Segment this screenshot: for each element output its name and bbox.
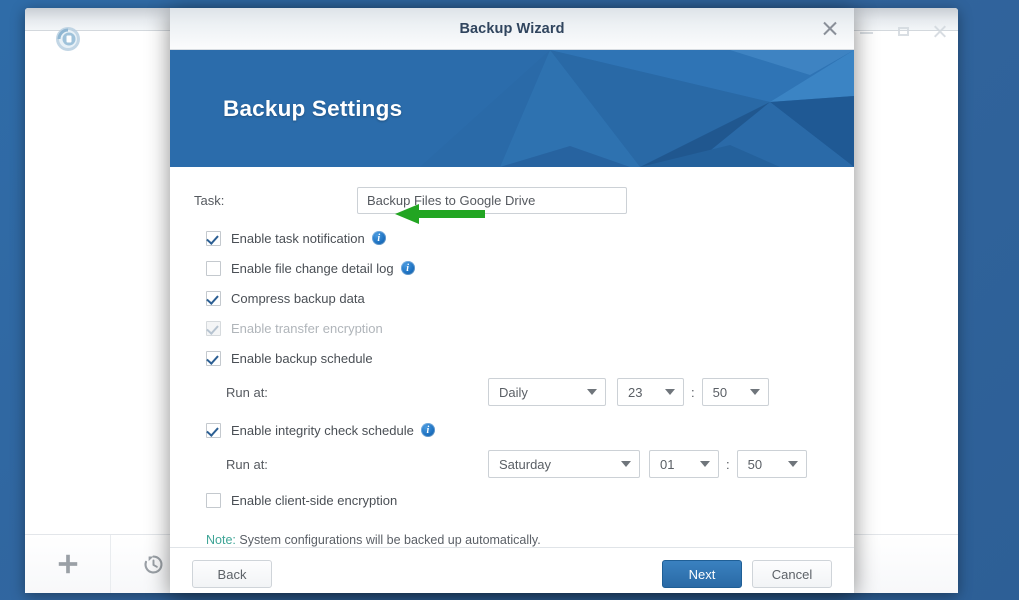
option-row-enable-transfer-encryption: Enable transfer encryption (194, 313, 830, 343)
note-text: Note: System configurations will be back… (194, 533, 830, 547)
checkbox-enable-integrity-check-schedule[interactable] (206, 422, 221, 438)
option-row-enable-backup-schedule[interactable]: Enable backup schedule (194, 343, 830, 373)
chevron-down-icon (621, 461, 631, 467)
integrity-schedule-run-at-row: Run at: Saturday 01 : 50 (194, 445, 830, 483)
option-row-compress-backup-data[interactable]: Compress backup data (194, 283, 830, 313)
option-row-enable-file-change-detail-log[interactable]: Enable file change detail log i (194, 253, 830, 283)
desktop-background: Backup Wizard Backup Settings Task: Back… (0, 0, 1019, 600)
maximize-icon[interactable] (896, 24, 911, 39)
close-icon[interactable] (933, 24, 948, 39)
checkbox-enable-task-notification[interactable] (206, 230, 221, 246)
dialog-body: Task: Enable task notification i Enable … (170, 167, 854, 547)
checkbox-enable-file-change-detail-log[interactable] (206, 260, 221, 276)
info-icon-task-notification[interactable]: i (371, 231, 386, 245)
info-icon-integrity-check-schedule[interactable]: i (420, 423, 435, 437)
integrity-day-value: Saturday (499, 456, 552, 472)
hyper-backup-app-icon[interactable] (55, 26, 81, 52)
checkbox-enable-backup-schedule[interactable] (206, 350, 221, 366)
backup-hour-value: 23 (628, 384, 643, 400)
back-button[interactable]: Back (192, 560, 272, 588)
backup-settings-form: Task: Enable task notification i Enable … (170, 167, 854, 547)
backup-minute-value: 50 (712, 384, 728, 400)
chevron-down-icon (587, 389, 597, 395)
integrity-hour-value: 01 (660, 456, 675, 472)
integrity-hour-select[interactable]: 01 (649, 450, 719, 478)
chevron-down-icon (700, 461, 710, 467)
backup-frequency-select[interactable]: Daily (488, 378, 606, 406)
minimize-icon[interactable] (859, 24, 874, 39)
add-button[interactable] (25, 535, 111, 593)
note-body: System configurations will be backed up … (239, 533, 541, 547)
task-label: Task: (194, 192, 225, 208)
option-row-enable-client-side-encryption[interactable]: Enable client-side encryption (194, 485, 830, 515)
checkbox-enable-client-side-encryption[interactable] (206, 492, 221, 508)
label-compress-backup-data: Compress backup data (231, 290, 365, 306)
backup-frequency-value: Daily (499, 384, 528, 400)
label-enable-backup-schedule: Enable backup schedule (231, 350, 373, 366)
checkbox-enable-transfer-encryption (206, 320, 221, 336)
chevron-down-icon (665, 389, 675, 395)
note-keyword: Note: (206, 533, 236, 547)
checkbox-compress-backup-data[interactable] (206, 290, 221, 306)
backup-time-separator: : (691, 384, 695, 400)
task-name-input[interactable] (357, 186, 627, 214)
chevron-down-icon (749, 389, 760, 395)
integrity-minute-select[interactable]: 50 (736, 450, 807, 478)
backup-schedule-run-at-label: Run at: (226, 384, 268, 400)
chevron-down-icon (787, 461, 798, 467)
banner-heading: Backup Settings (223, 96, 403, 121)
next-button[interactable]: Next (662, 560, 742, 588)
dialog-titlebar: Backup Wizard (170, 8, 854, 50)
integrity-day-select[interactable]: Saturday (488, 450, 640, 478)
dialog-close-icon[interactable] (821, 20, 838, 37)
backup-minute-select[interactable]: 50 (701, 378, 769, 406)
option-row-enable-task-notification[interactable]: Enable task notification i (194, 223, 830, 253)
backup-wizard-dialog: Backup Wizard Backup Settings Task: Back… (170, 8, 854, 593)
label-enable-file-change-detail-log: Enable file change detail log (231, 260, 394, 276)
label-enable-client-side-encryption: Enable client-side encryption (231, 492, 398, 508)
dialog-title: Backup Wizard (459, 20, 565, 37)
integrity-schedule-run-at-label: Run at: (226, 456, 268, 472)
label-enable-transfer-encryption: Enable transfer encryption (231, 320, 383, 336)
task-row: Task: (194, 185, 830, 215)
cancel-button[interactable]: Cancel (752, 560, 832, 588)
option-row-enable-integrity-check-schedule[interactable]: Enable integrity check schedule i (194, 415, 830, 445)
label-enable-integrity-check-schedule: Enable integrity check schedule (231, 422, 414, 438)
integrity-time-separator: : (726, 456, 730, 472)
integrity-minute-value: 50 (747, 456, 763, 472)
info-icon-file-change-detail-log[interactable]: i (400, 261, 415, 275)
backup-hour-select[interactable]: 23 (617, 378, 684, 406)
backup-schedule-run-at-row: Run at: Daily 23 : 50 (194, 373, 830, 411)
dialog-banner: Backup Settings (170, 50, 854, 167)
dialog-footer: Back Next Cancel (170, 547, 854, 593)
label-enable-task-notification: Enable task notification (231, 230, 365, 246)
